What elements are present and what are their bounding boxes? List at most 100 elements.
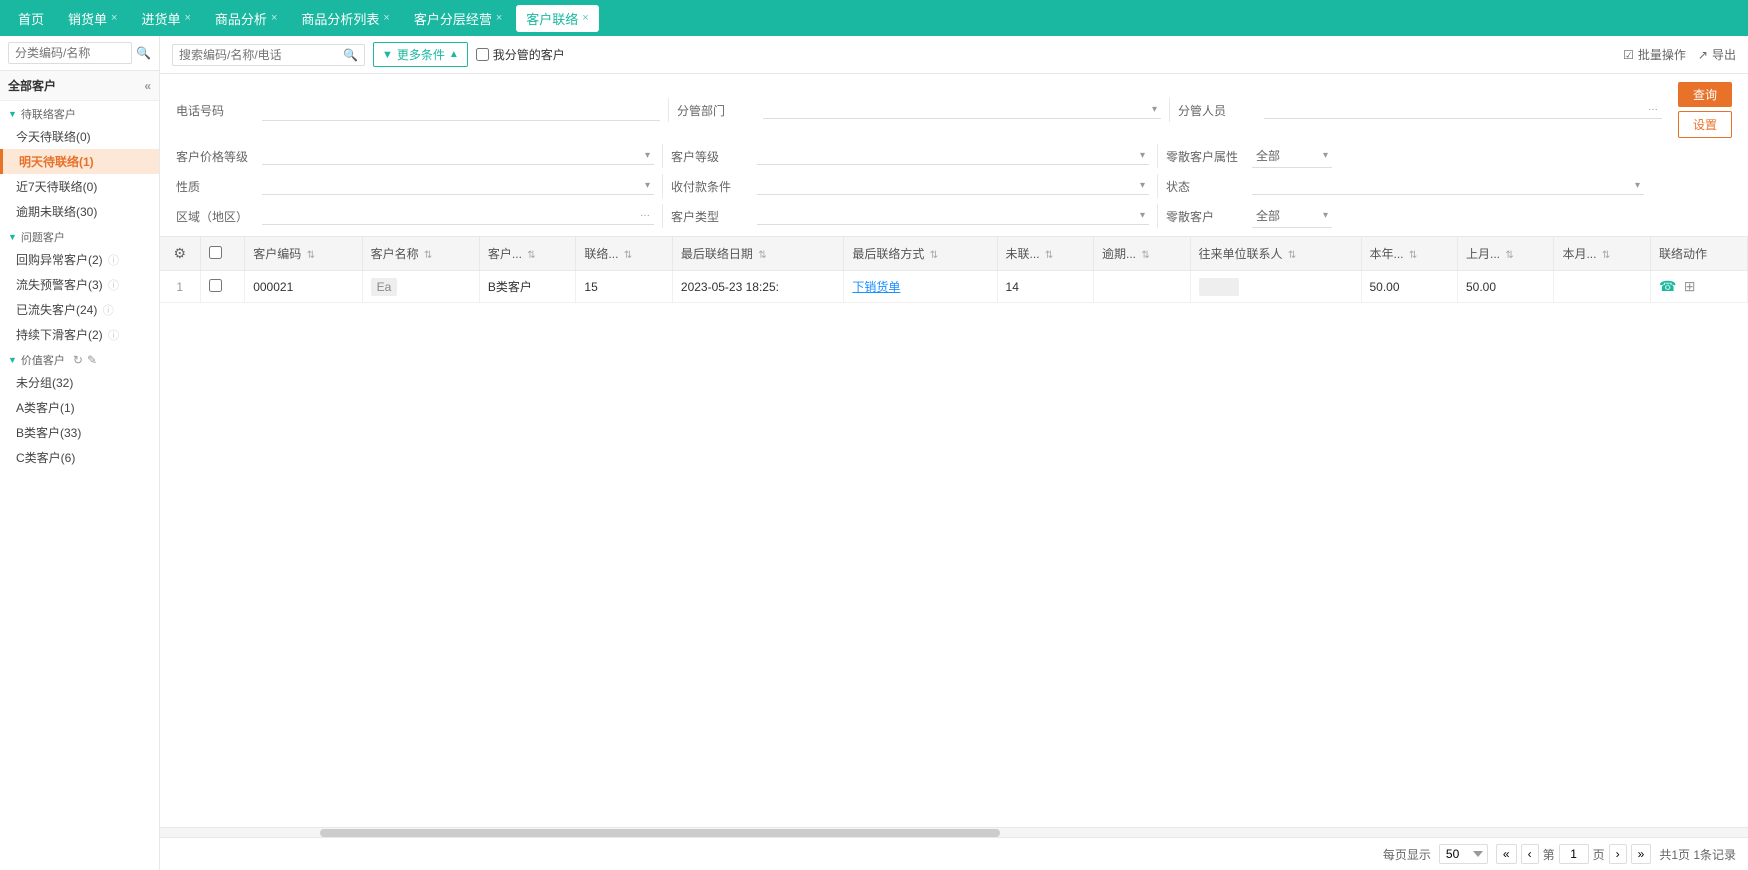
reset-button[interactable]: 设置 [1678,111,1732,138]
next-page-button[interactable]: › [1609,844,1627,864]
nav-analysis-close[interactable]: × [271,12,277,24]
query-button[interactable]: 查询 [1678,82,1732,107]
filter-retail-attr-select[interactable]: 全部 ▾ [1252,144,1332,168]
filter-phone-input[interactable] [262,100,660,121]
export-button[interactable]: ↗ 导出 [1698,46,1736,63]
scrollbar-thumb[interactable] [320,829,1000,837]
nav-analysis-list[interactable]: 商品分析列表 × [291,5,399,32]
nav-customer-contact-close[interactable]: × [582,12,588,24]
nav-customer-contact-label: 客户联络 [526,9,578,28]
filter-customer-type-select[interactable]: ▾ [757,207,1149,225]
nav-customer-tier[interactable]: 客户分层经营 × [404,5,512,32]
nav-analysis-label: 商品分析 [215,9,267,28]
col-last-date[interactable]: 最后联络日期 ⇅ [672,237,844,271]
horizontal-scrollbar[interactable] [160,827,1748,837]
col-uncontact[interactable]: 未联... ⇅ [997,237,1093,271]
info-icon-4: ⓘ [108,330,119,342]
sidebar-item-continuous-down[interactable]: 持续下滑客户(2) ⓘ [0,322,159,347]
col-last-month[interactable]: 上月... ⇅ [1457,237,1553,271]
filter-row-1: 电话号码 分管部门 ▾ 分管人员 ··· [176,82,1732,138]
col-contact-count[interactable]: 联络... ⇅ [576,237,672,271]
col-past-contact[interactable]: 往来单位联系人 ⇅ [1190,237,1361,271]
nav-analysis[interactable]: 商品分析 × [205,5,287,32]
col-last-method[interactable]: 最后联络方式 ⇅ [844,237,997,271]
last-method-link[interactable]: 下销货单 [852,280,900,294]
cell-checkbox[interactable] [200,271,245,303]
prev-page-button[interactable]: ‹ [1521,844,1539,864]
sidebar-item-class-a[interactable]: A类客户(1) [0,395,159,420]
edit-icon[interactable]: ✎ [87,353,97,367]
filter-retail-select[interactable]: 全部 ▾ [1252,204,1332,228]
sidebar-item-overdue[interactable]: 逾期未联络(30) [0,199,159,224]
nav-analysis-list-close[interactable]: × [383,12,389,24]
filter-region: 区域（地区） ··· [176,207,654,225]
filter-dept-select[interactable]: ▾ [763,101,1161,119]
nav-customer-contact[interactable]: 客户联络 × [516,5,598,32]
nav-home[interactable]: 首页 [8,5,54,32]
sidebar-item-class-c[interactable]: C类客户(6) [0,445,159,470]
sidebar-item-today[interactable]: 今天待联络(0) [0,124,159,149]
sort-icon-this-month: ⇅ [1602,250,1610,261]
col-code[interactable]: 客户编码 ⇅ [245,237,362,271]
filter-customer-level-select[interactable]: ▾ [757,147,1149,165]
cell-this-year: 50.00 [1361,271,1457,303]
nav-sales[interactable]: 销货单 × [58,5,127,32]
filter-payment-label: 收付款条件 [671,178,751,195]
page-size-select[interactable]: 10 20 50 100 [1439,844,1488,864]
sidebar-item-already-lost[interactable]: 已流失客户(24) ⓘ [0,297,159,322]
col-this-year[interactable]: 本年... ⇅ [1361,237,1457,271]
select-all-checkbox[interactable] [209,246,222,259]
toolbar-search-icon[interactable]: 🔍 [343,48,358,62]
my-customer-checkbox[interactable] [476,48,489,61]
col-type[interactable]: 客户... ⇅ [479,237,575,271]
sort-icon-last-method: ⇅ [930,250,938,261]
sort-icon-name: ⇅ [424,250,432,261]
sidebar-collapse-icon[interactable]: « [144,79,151,93]
col-action: 联络动作 [1650,237,1747,271]
filter-retail-attr-value: 全部 [1256,147,1280,164]
sidebar-search-input[interactable] [8,42,132,64]
filter-divider-6 [1157,174,1158,198]
cell-action: ☎ ⊞ [1650,271,1747,303]
grid-action-icon[interactable]: ⊞ [1684,278,1696,294]
sidebar-group-problem: ▼ 问题客户 [0,224,159,247]
sidebar-all-customers[interactable]: 全部客户 « [0,71,159,101]
sidebar-item-repurchase[interactable]: 回购异常客户(2) ⓘ [0,247,159,272]
filter-status-select[interactable]: ▾ [1252,177,1644,195]
col-name[interactable]: 客户名称 ⇅ [362,237,479,271]
nav-purchase-close[interactable]: × [184,12,190,24]
last-page-button[interactable]: » [1631,844,1652,864]
cell-last-method[interactable]: 下销货单 [844,271,997,303]
nav-purchase[interactable]: 进货单 × [131,5,200,32]
toolbar-search-input[interactable] [179,48,339,62]
phone-action-icon[interactable]: ☎ [1659,278,1676,294]
filter-price-level-select[interactable]: ▾ [262,147,654,165]
sort-icon-last-date: ⇅ [758,250,766,261]
triangle-icon-3: ▼ [8,355,17,365]
nav-purchase-label: 进货单 [141,9,180,28]
sidebar-item-week7[interactable]: 近7天待联络(0) [0,174,159,199]
sidebar-item-tomorrow[interactable]: 明天待联络(1) [0,149,159,174]
gear-icon[interactable]: ⚙ [173,245,186,261]
filter-person-select[interactable]: ··· [1264,101,1662,119]
sidebar-search-icon[interactable]: 🔍 [136,46,151,60]
page-number-input[interactable] [1559,844,1589,864]
col-this-month[interactable]: 本月... ⇅ [1554,237,1650,271]
sidebar-item-ungrouped[interactable]: 未分组(32) [0,370,159,395]
first-page-button[interactable]: « [1496,844,1517,864]
filter-region-select[interactable]: ··· [262,207,654,225]
my-customer-checkbox-label[interactable]: 我分管的客户 [476,46,565,63]
batch-op-button[interactable]: ☑ 批量操作 [1623,46,1686,63]
refresh-icon[interactable]: ↻ [73,353,83,367]
sidebar-item-class-b[interactable]: B类客户(33) [0,420,159,445]
row-checkbox[interactable] [209,279,222,292]
filter-nature-select[interactable]: ▾ [262,177,654,195]
more-filter-button[interactable]: ▼ 更多条件 ▲ [373,42,468,67]
col-gear[interactable]: ⚙ [160,237,200,271]
nav-customer-tier-close[interactable]: × [496,12,502,24]
sidebar-item-lost-risk[interactable]: 流失预警客户(3) ⓘ [0,272,159,297]
col-overdue[interactable]: 逾期... ⇅ [1094,237,1190,271]
filter-payment-select[interactable]: ▾ [757,177,1149,195]
col-checkbox[interactable] [200,237,245,271]
nav-sales-close[interactable]: × [111,12,117,24]
